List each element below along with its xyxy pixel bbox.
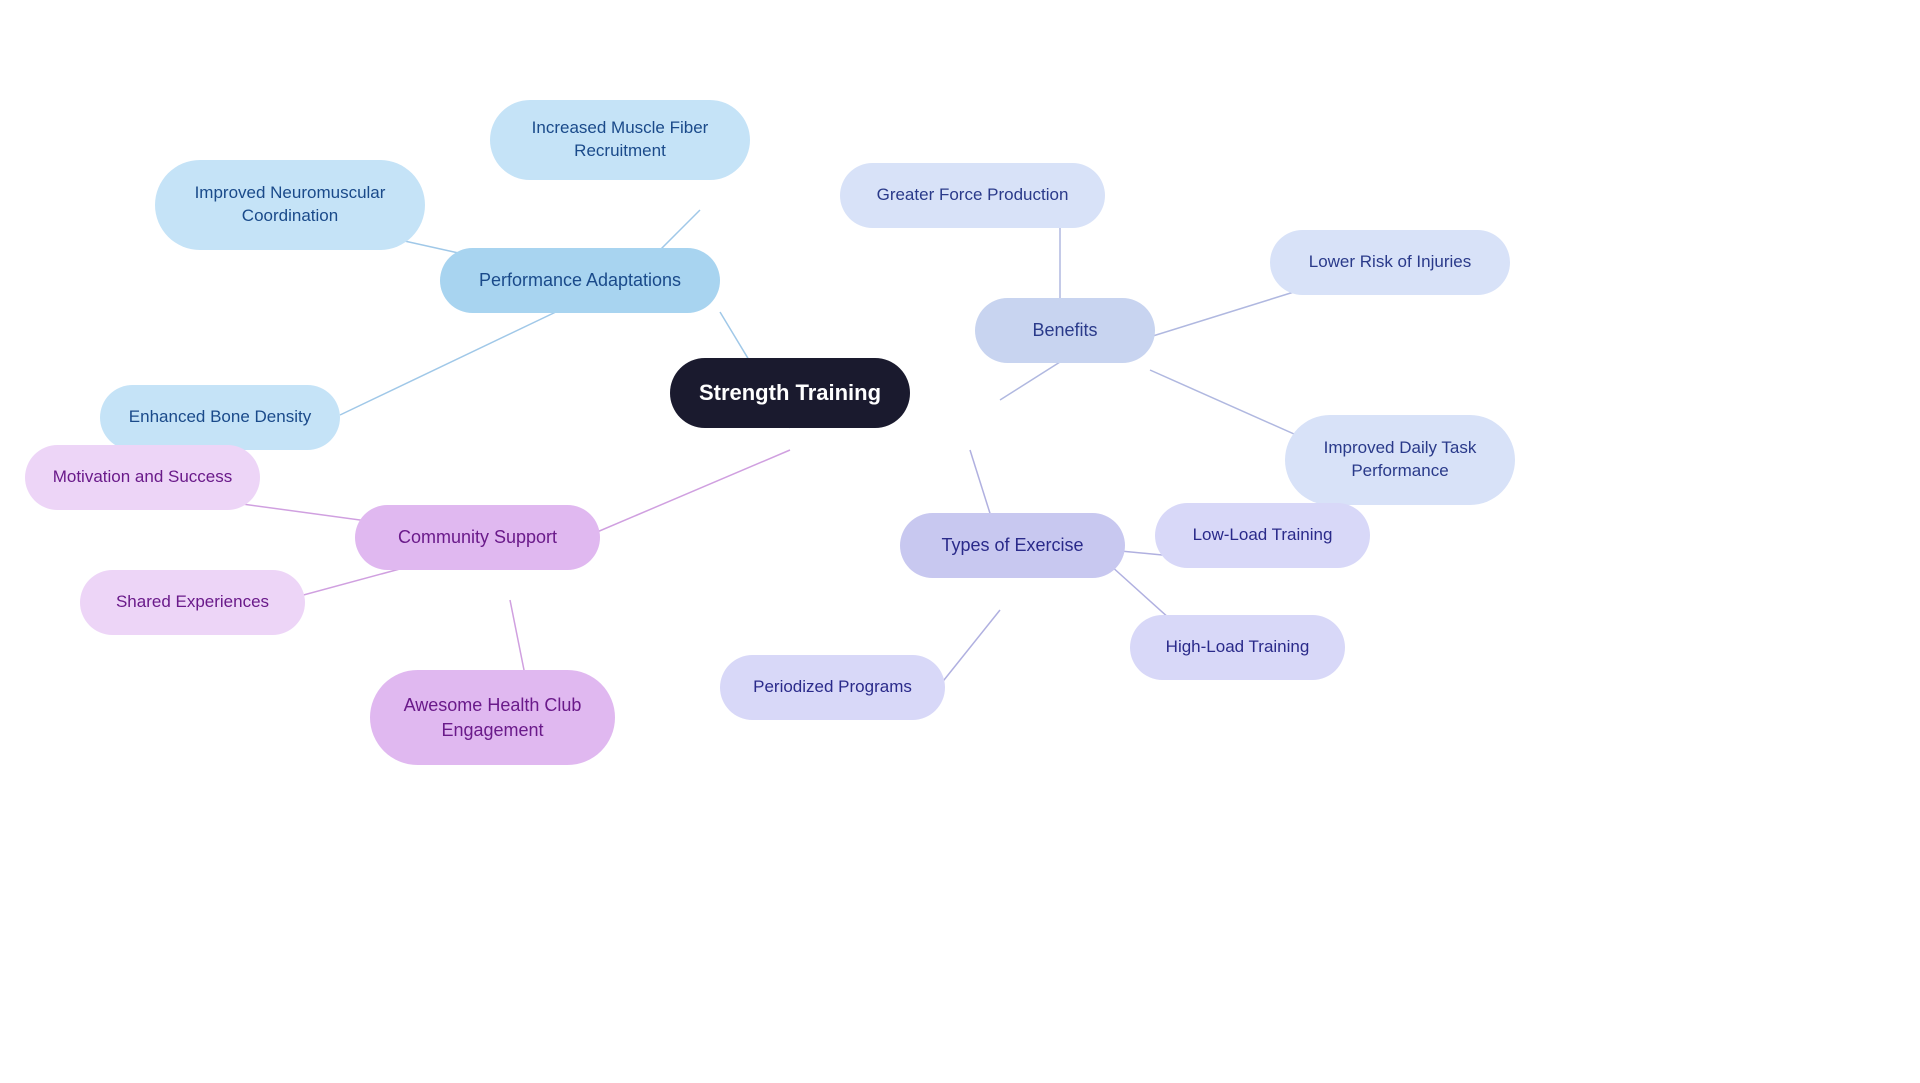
low-load-training-label: Low-Load Training: [1193, 524, 1333, 547]
health-club-engagement-label: Awesome Health Club Engagement: [392, 693, 593, 742]
improved-neuromuscular-label: Improved Neuromuscular Coordination: [177, 182, 403, 228]
improved-daily-task-label: Improved Daily Task Performance: [1307, 437, 1493, 483]
performance-adaptations-label: Performance Adaptations: [479, 268, 681, 292]
enhanced-bone-density-label: Enhanced Bone Density: [129, 406, 311, 429]
enhanced-bone-density-node[interactable]: Enhanced Bone Density: [100, 385, 340, 450]
community-support-label: Community Support: [398, 525, 557, 549]
community-support-node[interactable]: Community Support: [355, 505, 600, 570]
improved-neuromuscular-node[interactable]: Improved Neuromuscular Coordination: [155, 160, 425, 250]
motivation-success-node[interactable]: Motivation and Success: [25, 445, 260, 510]
health-club-engagement-node[interactable]: Awesome Health Club Engagement: [370, 670, 615, 765]
high-load-training-label: High-Load Training: [1166, 636, 1310, 659]
greater-force-production-node[interactable]: Greater Force Production: [840, 163, 1105, 228]
center-node[interactable]: Strength Training: [670, 358, 910, 428]
improved-daily-task-node[interactable]: Improved Daily Task Performance: [1285, 415, 1515, 505]
shared-experiences-node[interactable]: Shared Experiences: [80, 570, 305, 635]
motivation-success-label: Motivation and Success: [53, 466, 233, 489]
performance-adaptations-node[interactable]: Performance Adaptations: [440, 248, 720, 313]
periodized-programs-label: Periodized Programs: [753, 676, 912, 699]
types-of-exercise-node[interactable]: Types of Exercise: [900, 513, 1125, 578]
lower-risk-injuries-node[interactable]: Lower Risk of Injuries: [1270, 230, 1510, 295]
high-load-training-node[interactable]: High-Load Training: [1130, 615, 1345, 680]
increased-muscle-fiber-node[interactable]: Increased Muscle Fiber Recruitment: [490, 100, 750, 180]
greater-force-production-label: Greater Force Production: [877, 184, 1069, 207]
benefits-node[interactable]: Benefits: [975, 298, 1155, 363]
types-of-exercise-label: Types of Exercise: [941, 533, 1083, 557]
shared-experiences-label: Shared Experiences: [116, 591, 269, 614]
benefits-label: Benefits: [1032, 318, 1097, 342]
increased-muscle-fiber-label: Increased Muscle Fiber Recruitment: [512, 117, 728, 163]
lower-risk-injuries-label: Lower Risk of Injuries: [1309, 251, 1472, 274]
periodized-programs-node[interactable]: Periodized Programs: [720, 655, 945, 720]
low-load-training-node[interactable]: Low-Load Training: [1155, 503, 1370, 568]
center-label: Strength Training: [699, 378, 881, 408]
